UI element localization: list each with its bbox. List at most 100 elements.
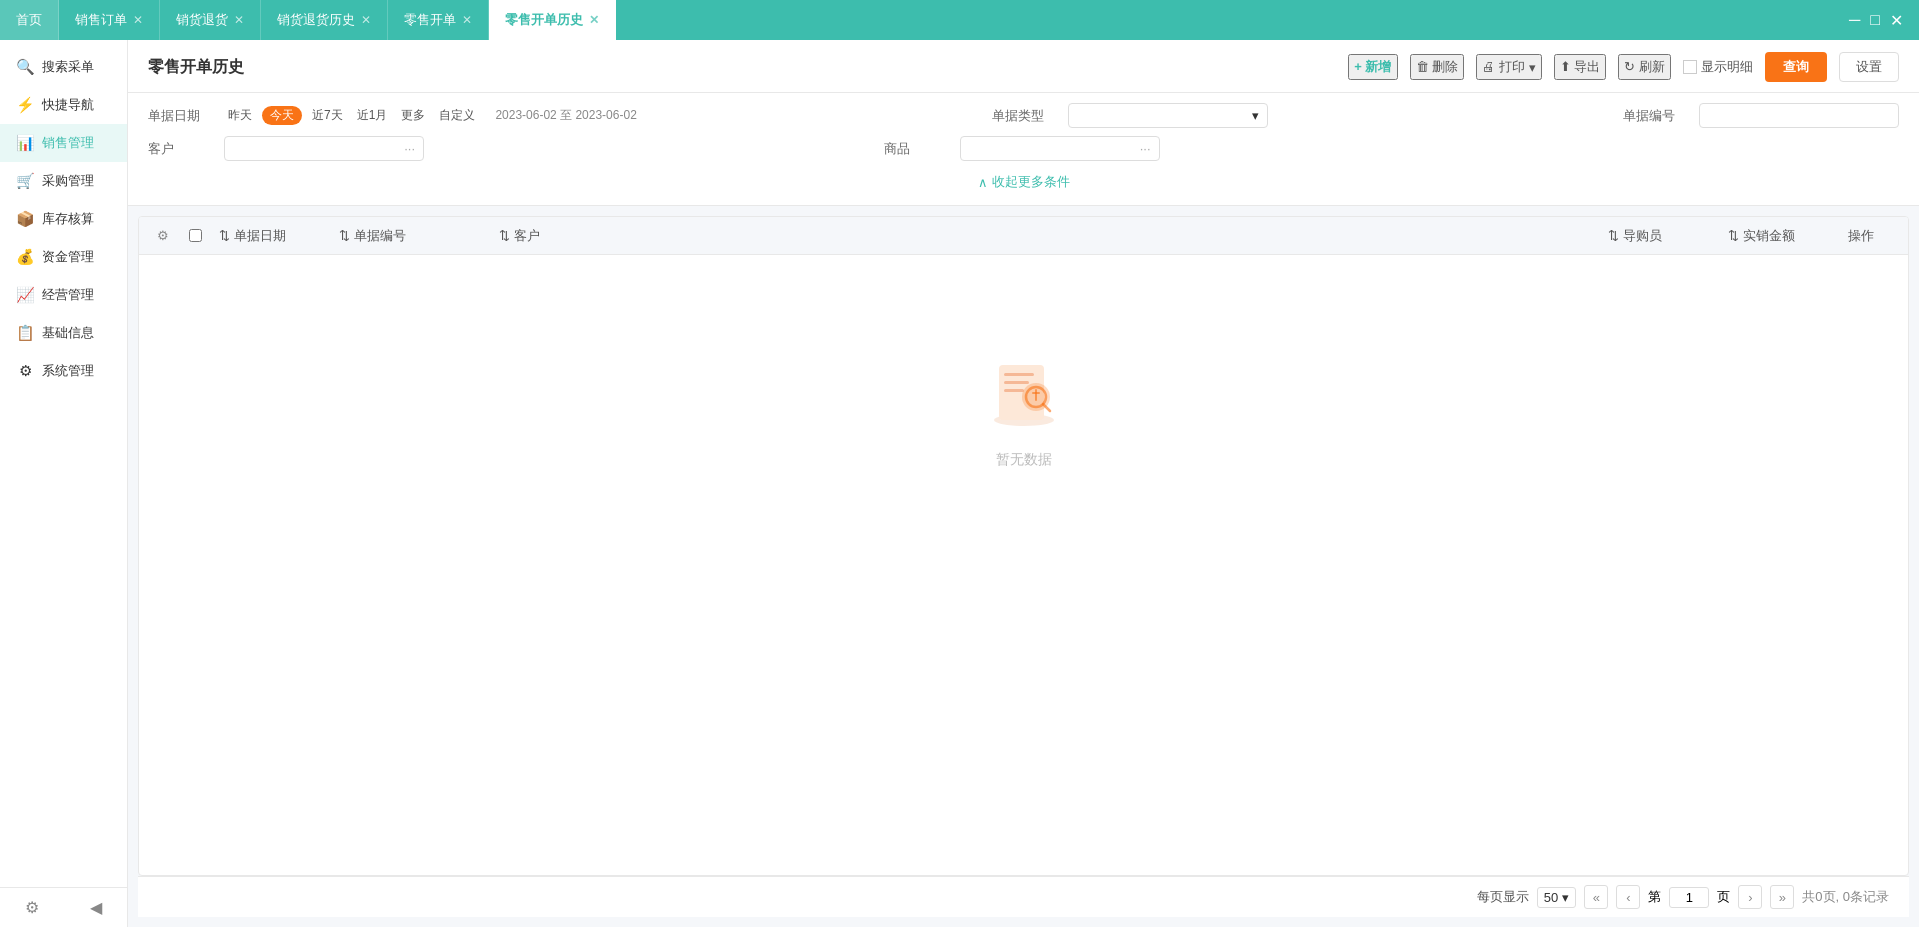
page-number-input[interactable] [1669, 887, 1709, 908]
tab-retail-open[interactable]: 零售开单 ✕ [388, 0, 489, 40]
table-area: ⚙ ⇅ 单据日期 ⇅ 单据编号 ⇅ 客户 ⇅ [138, 216, 1909, 876]
doc-type-select[interactable]: ▾ [1068, 103, 1268, 128]
close-tab-sales-order[interactable]: ✕ [133, 13, 143, 27]
tab-home[interactable]: 首页 [0, 0, 59, 40]
toolbar: + 新增 🗑 删除 🖨 打印 ▾ ⬆ 导出 ↻ 刷新 [1348, 52, 1899, 82]
operation-icon: 📈 [16, 286, 34, 304]
page-label: 页 [1717, 888, 1730, 906]
query-button[interactable]: 查询 [1765, 52, 1827, 82]
page-title-row: 零售开单历史 + 新增 🗑 删除 🖨 打印 ▾ ⬆ 导出 [148, 52, 1899, 82]
sidebar-item-finance[interactable]: 💰 资金管理 [0, 238, 127, 276]
select-all-checkbox[interactable] [179, 229, 211, 242]
sidebar-item-system[interactable]: ⚙ 系统管理 [0, 352, 127, 390]
close-tab-sales-return[interactable]: ✕ [234, 13, 244, 27]
doc-num-label: 单据编号 [1623, 107, 1683, 125]
sidebar-item-sales[interactable]: 📊 销售管理 [0, 124, 127, 162]
tab-bar: 首页 销售订单 ✕ 销货退货 ✕ 销货退货历史 ✕ 零售开单 ✕ 零售开单历史 … [0, 0, 1849, 40]
print-arrow-icon: ▾ [1529, 60, 1536, 75]
delete-button[interactable]: 🗑 删除 [1410, 54, 1465, 80]
date-opt-more[interactable]: 更多 [397, 106, 429, 125]
date-label: 单据日期 [148, 107, 208, 125]
sidebar-bottom: ⚙ ◀ [0, 887, 127, 927]
page-title: 零售开单历史 [148, 57, 244, 78]
tab-retail-history[interactable]: 零售开单历史 ✕ [489, 0, 616, 40]
add-button[interactable]: + 新增 [1348, 54, 1397, 80]
close-tab-retail-history[interactable]: ✕ [589, 13, 599, 27]
svg-rect-4 [1004, 389, 1024, 392]
show-detail-checkbox[interactable] [1683, 60, 1697, 74]
close-tab-sales-return-history[interactable]: ✕ [361, 13, 371, 27]
date-opt-last1month[interactable]: 近1月 [353, 106, 392, 125]
sales-icon: 📊 [16, 134, 34, 152]
select-all-input[interactable] [189, 229, 202, 242]
filter-row-1: 单据日期 昨天 今天 近7天 近1月 更多 自定义 2023-06-02 至 2… [148, 103, 1899, 128]
col-header-action: 操作 [1840, 227, 1900, 245]
print-button[interactable]: 🖨 打印 ▾ [1476, 54, 1542, 80]
date-opt-custom[interactable]: 自定义 [435, 106, 479, 125]
sidebar-item-search[interactable]: 🔍 搜索采单 [0, 48, 127, 86]
finance-icon: 💰 [16, 248, 34, 266]
page-number-label: 第 [1648, 888, 1661, 906]
collapse-icon: ∧ [978, 175, 988, 190]
tab-sales-return-history[interactable]: 销货退货历史 ✕ [261, 0, 388, 40]
date-opt-yesterday[interactable]: 昨天 [224, 106, 256, 125]
doc-type-label: 单据类型 [992, 107, 1052, 125]
sort-customer-icon: ⇅ [499, 228, 510, 243]
tab-sales-return[interactable]: 销货退货 ✕ [160, 0, 261, 40]
col-settings-icon[interactable]: ⚙ [147, 228, 179, 243]
col-header-number[interactable]: ⇅ 单据编号 [331, 227, 491, 245]
date-range-display: 2023-06-02 至 2023-06-02 [495, 107, 636, 124]
product-select[interactable]: ··· [960, 136, 1160, 161]
window-controls: ─ □ ✕ [1849, 11, 1919, 30]
refresh-button[interactable]: ↻ 刷新 [1618, 54, 1671, 80]
filter-row-2: 客户 ··· 商品 ··· [148, 136, 1899, 161]
collapse-filter-btn[interactable]: ∧ 收起更多条件 [148, 169, 1899, 195]
tab-sales-order[interactable]: 销售订单 ✕ [59, 0, 160, 40]
date-opt-last7[interactable]: 近7天 [308, 106, 347, 125]
export-button[interactable]: ⬆ 导出 [1554, 54, 1607, 80]
main-layout: 🔍 搜索采单 ⚡ 快捷导航 📊 销售管理 🛒 采购管理 📦 库存核算 💰 资金管… [0, 40, 1919, 927]
page-size-value: 50 [1544, 890, 1558, 905]
col-header-customer[interactable]: ⇅ 客户 [491, 227, 1600, 245]
sidebar-item-inventory[interactable]: 📦 库存核算 [0, 200, 127, 238]
setting-button[interactable]: 设置 [1839, 52, 1899, 82]
svg-rect-3 [1004, 381, 1029, 384]
sidebar-item-purchase[interactable]: 🛒 采购管理 [0, 162, 127, 200]
search-icon: 🔍 [16, 58, 34, 76]
basic-icon: 📋 [16, 324, 34, 342]
next-page-btn[interactable]: › [1738, 885, 1762, 909]
date-options: 昨天 今天 近7天 近1月 更多 自定义 [224, 106, 479, 125]
show-detail-toggle[interactable]: 显示明细 [1683, 58, 1753, 76]
page-header: 零售开单历史 + 新增 🗑 删除 🖨 打印 ▾ ⬆ 导出 [128, 40, 1919, 93]
last-page-btn[interactable]: » [1770, 885, 1794, 909]
col-header-amount[interactable]: ⇅ 实销金额 [1720, 227, 1840, 245]
sort-num-icon: ⇅ [339, 228, 350, 243]
product-label: 商品 [884, 140, 944, 158]
empty-text: 暂无数据 [996, 451, 1052, 469]
maximize-icon[interactable]: □ [1870, 11, 1880, 29]
customer-label: 客户 [148, 140, 208, 158]
prev-page-btn[interactable]: ‹ [1616, 885, 1640, 909]
doc-type-dropdown-icon: ▾ [1252, 108, 1259, 123]
sidebar: 🔍 搜索采单 ⚡ 快捷导航 📊 销售管理 🛒 采购管理 📦 库存核算 💰 资金管… [0, 40, 128, 927]
sidebar-item-basic[interactable]: 📋 基础信息 [0, 314, 127, 352]
page-size-select[interactable]: 50 ▾ [1537, 887, 1576, 908]
col-header-guide[interactable]: ⇅ 导购员 [1600, 227, 1720, 245]
col-header-date[interactable]: ⇅ 单据日期 [211, 227, 331, 245]
sidebar-collapse-icon[interactable]: ◀ [90, 898, 102, 917]
svg-rect-2 [1004, 373, 1034, 376]
purchase-icon: 🛒 [16, 172, 34, 190]
sidebar-item-quick-nav[interactable]: ⚡ 快捷导航 [0, 86, 127, 124]
customer-select[interactable]: ··· [224, 136, 424, 161]
minimize-icon[interactable]: ─ [1849, 11, 1860, 29]
doc-num-input[interactable] [1699, 103, 1899, 128]
sort-asc-icon: ⇅ [219, 228, 230, 243]
sort-guide-icon: ⇅ [1608, 228, 1619, 243]
sidebar-item-operation[interactable]: 📈 经营管理 [0, 276, 127, 314]
date-opt-today[interactable]: 今天 [262, 106, 302, 125]
system-icon: ⚙ [16, 362, 34, 380]
close-tab-retail-open[interactable]: ✕ [462, 13, 472, 27]
window-close-icon[interactable]: ✕ [1890, 11, 1903, 30]
sidebar-settings-icon[interactable]: ⚙ [25, 898, 39, 917]
first-page-btn[interactable]: « [1584, 885, 1608, 909]
